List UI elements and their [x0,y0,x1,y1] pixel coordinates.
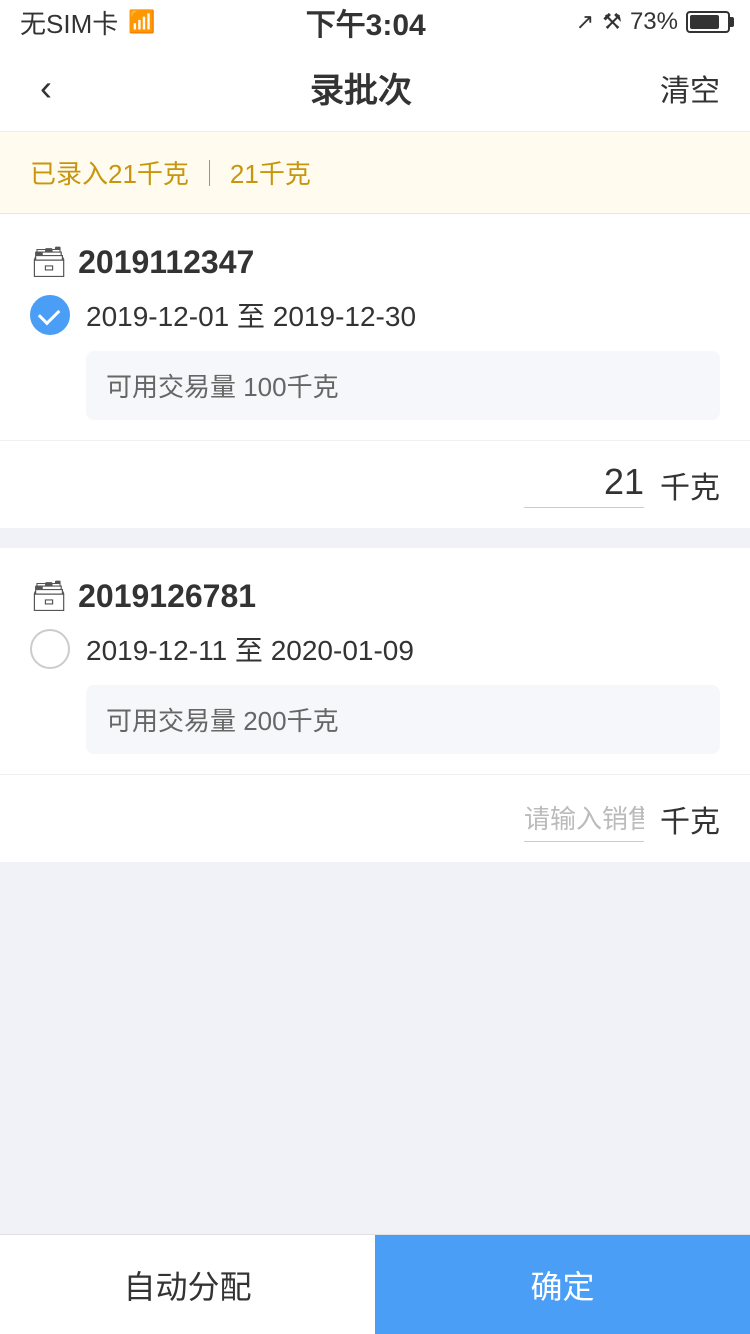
info-value: 21千克 [230,154,311,191]
page-title: 录批次 [310,63,412,112]
batch-date-1: 2019-12-01 至 2019-12-30 [86,295,416,335]
quantity-row-1: 千克 [0,440,750,528]
status-left: 无SIM卡 📶 [20,4,156,41]
nav-bar: ‹ 录批次 清空 [0,44,750,132]
batch-id-row-2: 🗃 2019126781 [30,578,720,615]
wifi-icon: 📶 [128,9,155,35]
batch-volume-1: 可用交易量 100千克 [86,351,720,420]
batch-date-row-1[interactable]: 2019-12-01 至 2019-12-30 [30,295,720,335]
battery-text: 73% [630,8,678,36]
info-label: 已录入21千克 [30,154,189,191]
quantity-input-2[interactable] [524,795,644,837]
quantity-input-1[interactable] [524,461,644,503]
back-button[interactable]: ‹ [30,57,62,119]
batch-card-1: 🗃 2019112347 2019-12-01 至 2019-12-30 可用交… [0,214,750,440]
location-icon: ↗ [576,9,594,35]
quantity-unit-1: 千克 [660,463,720,507]
batch-icon-2: 🗃 [30,579,68,614]
batch-date-2: 2019-12-11 至 2020-01-09 [86,629,414,669]
carrier-text: 无SIM卡 [20,4,118,41]
quantity-row-2: 千克 [0,774,750,862]
info-banner: 已录入21千克 21千克 [0,132,750,214]
clear-button[interactable]: 清空 [660,66,720,110]
status-right: ↗ ⚒ 73% [576,8,730,36]
batch-card-2: 🗃 2019126781 2019-12-11 至 2020-01-09 可用交… [0,548,750,774]
quantity-underline-1 [524,461,644,508]
content-area [0,862,750,1262]
batch-icon-1: 🗃 [30,245,68,280]
batch-volume-2: 可用交易量 200千克 [86,685,720,754]
batch-id-1: 2019112347 [78,244,254,281]
confirm-button[interactable]: 确定 [375,1235,750,1334]
battery-icon [686,11,730,33]
quantity-underline-2 [524,795,644,842]
info-divider [209,160,210,186]
section-separator [0,528,750,548]
alarm-icon: ⚒ [602,9,622,35]
batch-date-row-2[interactable]: 2019-12-11 至 2020-01-09 [30,629,720,669]
bottom-bar: 自动分配 确定 [0,1234,750,1334]
status-time: 下午3:04 [306,0,426,44]
radio-btn-2[interactable] [30,629,70,669]
status-bar: 无SIM卡 📶 下午3:04 ↗ ⚒ 73% [0,0,750,44]
quantity-unit-2: 千克 [660,797,720,841]
batch-id-2: 2019126781 [78,578,256,615]
batch-id-row-1: 🗃 2019112347 [30,244,720,281]
auto-distribute-button[interactable]: 自动分配 [0,1235,375,1334]
radio-btn-1[interactable] [30,295,70,335]
